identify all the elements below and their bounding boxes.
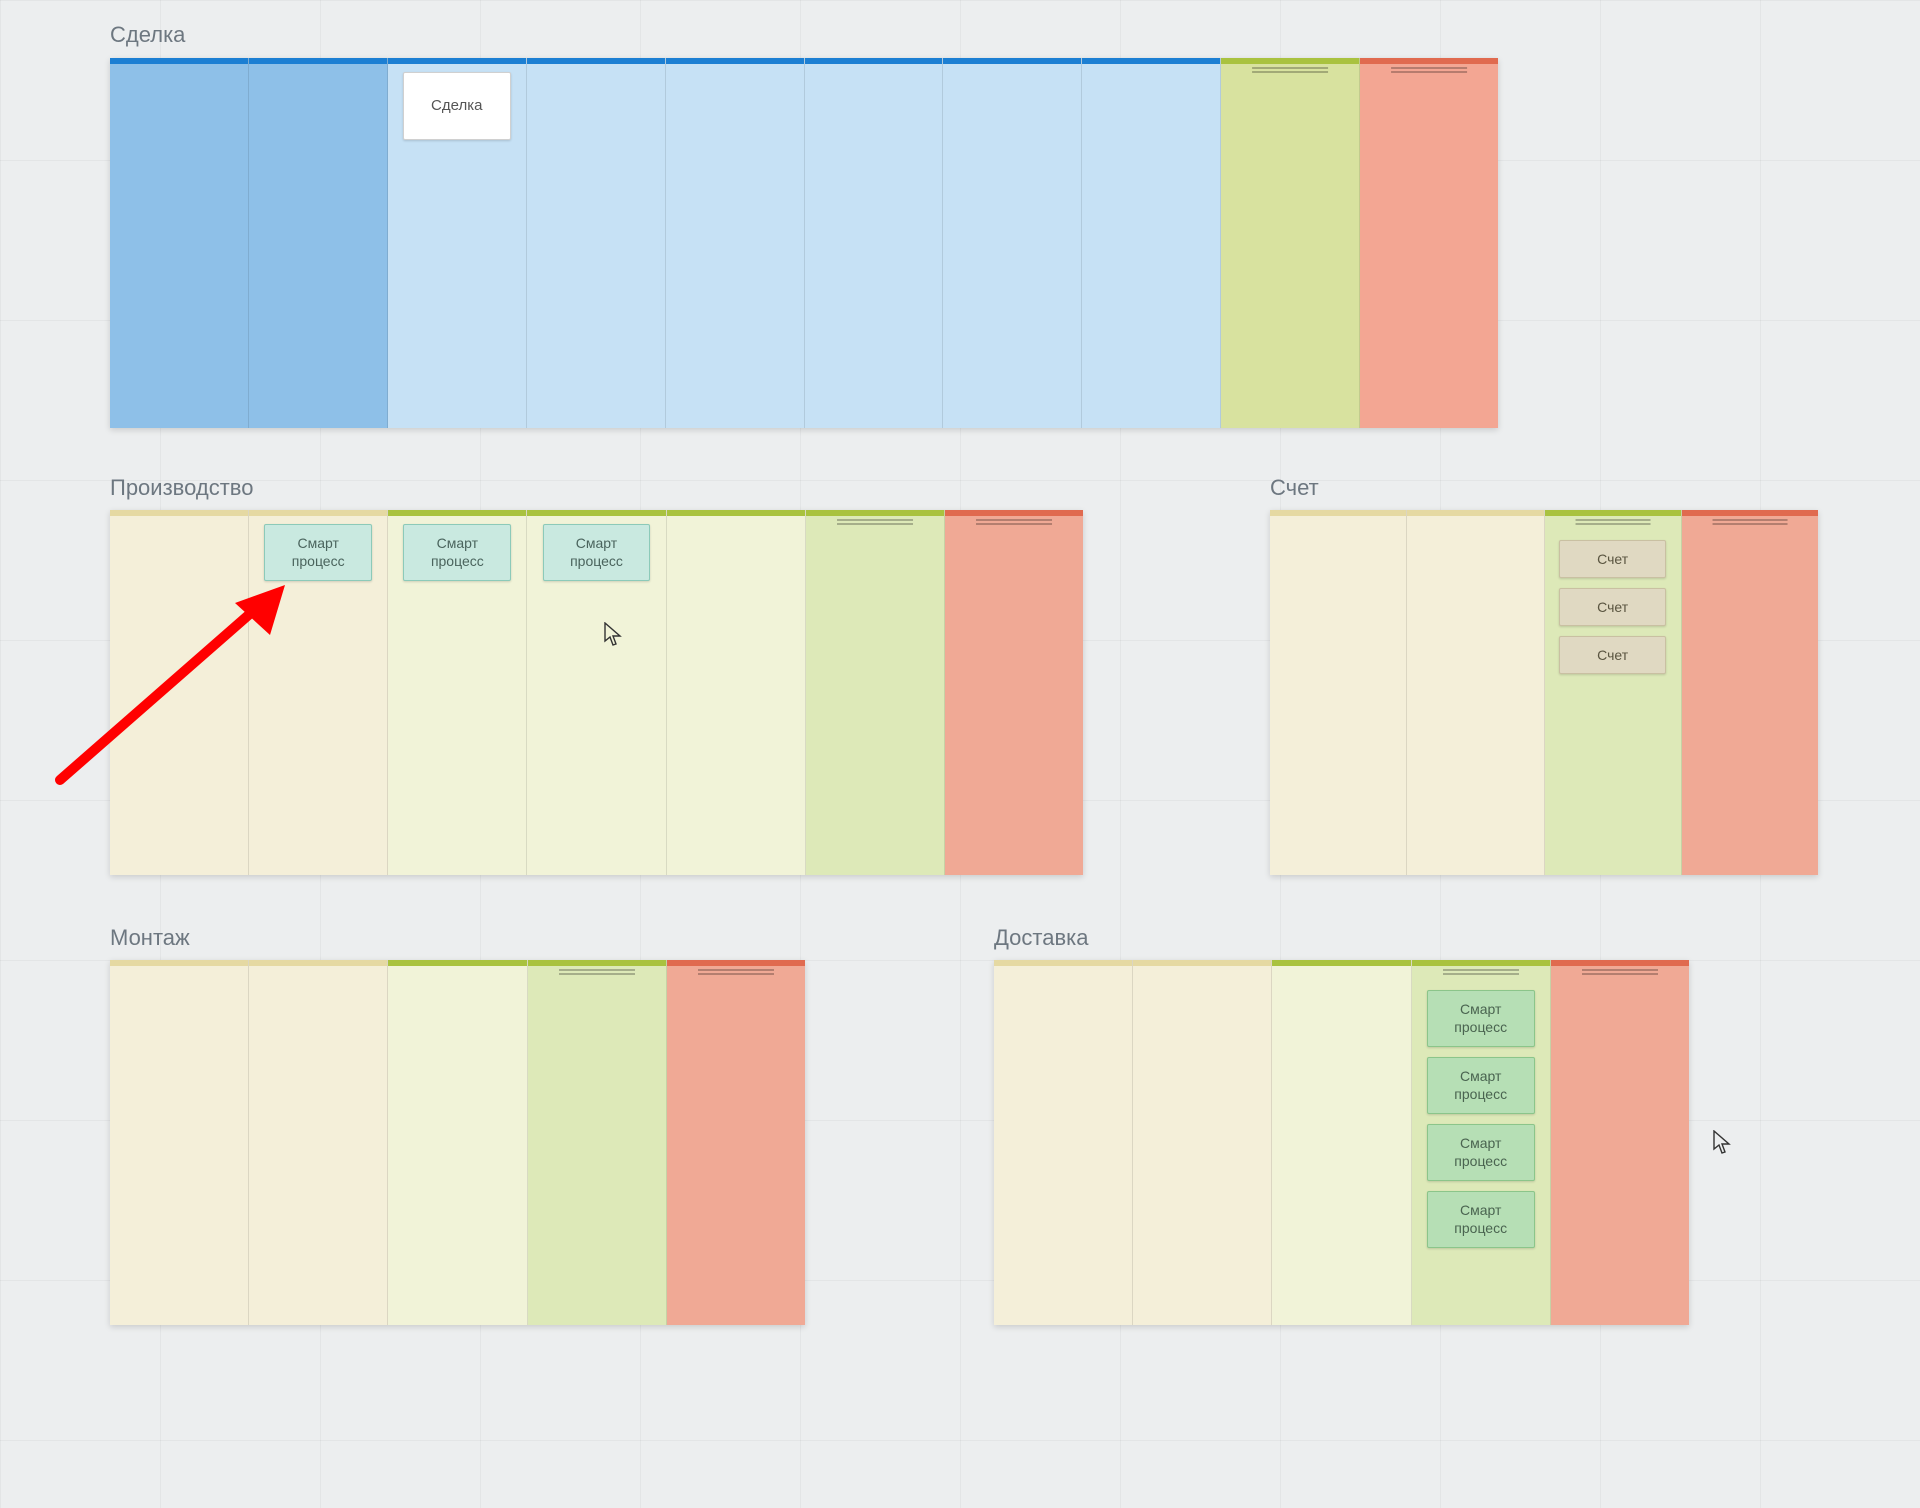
drag-handle-icon — [837, 519, 913, 521]
delivery-stage[interactable]: Смарт процесс Смарт процесс Смарт процес… — [1412, 960, 1551, 1325]
smart-process-card[interactable]: Смарт процесс — [543, 524, 651, 581]
deal-stage[interactable] — [943, 58, 1082, 428]
deal-stage[interactable] — [1221, 58, 1360, 428]
production-stage[interactable]: Смарт процесс — [388, 510, 527, 875]
delivery-stage[interactable] — [1133, 960, 1272, 1325]
invoice-card[interactable]: Счет — [1559, 588, 1665, 626]
invoice-stage[interactable] — [1270, 510, 1407, 875]
installation-stage[interactable] — [110, 960, 249, 1325]
delivery-stage[interactable] — [994, 960, 1133, 1325]
deal-stage[interactable] — [666, 58, 805, 428]
production-stage[interactable] — [806, 510, 945, 875]
production-stage[interactable] — [945, 510, 1083, 875]
drag-handle-icon — [976, 519, 1052, 521]
board-title-delivery: Доставка — [994, 925, 1088, 951]
smart-process-card[interactable]: Смарт процесс — [1427, 1057, 1535, 1114]
deal-stage[interactable] — [527, 58, 666, 428]
installation-stage[interactable] — [388, 960, 527, 1325]
deal-stage[interactable]: Сделка — [388, 58, 527, 428]
invoice-card[interactable]: Счет — [1559, 636, 1665, 674]
production-stage[interactable]: Смарт процесс — [527, 510, 666, 875]
smart-process-card[interactable]: Смарт процесс — [403, 524, 511, 581]
smart-process-card[interactable]: Смарт процесс — [1427, 1124, 1535, 1181]
deal-stage[interactable] — [110, 58, 249, 428]
invoice-stage[interactable]: Счет Счет Счет — [1545, 510, 1682, 875]
drag-handle-icon — [1575, 519, 1650, 521]
cursor-icon — [1713, 1130, 1731, 1156]
board-title-installation: Монтаж — [110, 925, 190, 951]
drag-handle-icon — [1712, 519, 1787, 521]
board-production[interactable]: Смарт процесс Смарт процесс Смарт процес… — [110, 510, 1083, 875]
board-title-production: Производство — [110, 475, 253, 501]
drag-handle-icon — [1391, 67, 1467, 69]
drag-handle-icon — [1443, 969, 1519, 971]
production-stage[interactable] — [667, 510, 806, 875]
board-delivery[interactable]: Смарт процесс Смарт процесс Смарт процес… — [994, 960, 1689, 1325]
smart-process-card[interactable]: Смарт процесс — [1427, 1191, 1535, 1248]
drag-handle-icon — [1582, 969, 1658, 971]
drag-handle-icon — [1252, 67, 1328, 69]
drag-handle-icon — [698, 969, 774, 971]
board-title-invoice: Счет — [1270, 475, 1319, 501]
deal-stage[interactable] — [1360, 58, 1498, 428]
smart-process-card[interactable]: Смарт процесс — [264, 524, 372, 581]
deal-card[interactable]: Сделка — [403, 72, 511, 140]
installation-stage[interactable] — [249, 960, 388, 1325]
invoice-stage[interactable] — [1407, 510, 1544, 875]
deal-stage[interactable] — [805, 58, 944, 428]
invoice-card[interactable]: Счет — [1559, 540, 1665, 578]
board-installation[interactable] — [110, 960, 805, 1325]
deal-stage[interactable] — [1082, 58, 1221, 428]
deal-stage[interactable] — [249, 58, 388, 428]
drag-handle-icon — [559, 969, 635, 971]
installation-stage[interactable] — [667, 960, 805, 1325]
canvas[interactable]: Сделка Сделка Производство Смарт процесс — [0, 0, 1920, 1508]
board-deal[interactable]: Сделка — [110, 58, 1498, 428]
smart-process-card[interactable]: Смарт процесс — [1427, 990, 1535, 1047]
invoice-stage[interactable] — [1682, 510, 1818, 875]
delivery-stage[interactable] — [1272, 960, 1411, 1325]
board-title-deal: Сделка — [110, 22, 185, 48]
production-stage[interactable]: Смарт процесс — [249, 510, 388, 875]
delivery-stage[interactable] — [1551, 960, 1689, 1325]
board-invoice[interactable]: Счет Счет Счет — [1270, 510, 1818, 875]
installation-stage[interactable] — [528, 960, 667, 1325]
production-stage[interactable] — [110, 510, 249, 875]
